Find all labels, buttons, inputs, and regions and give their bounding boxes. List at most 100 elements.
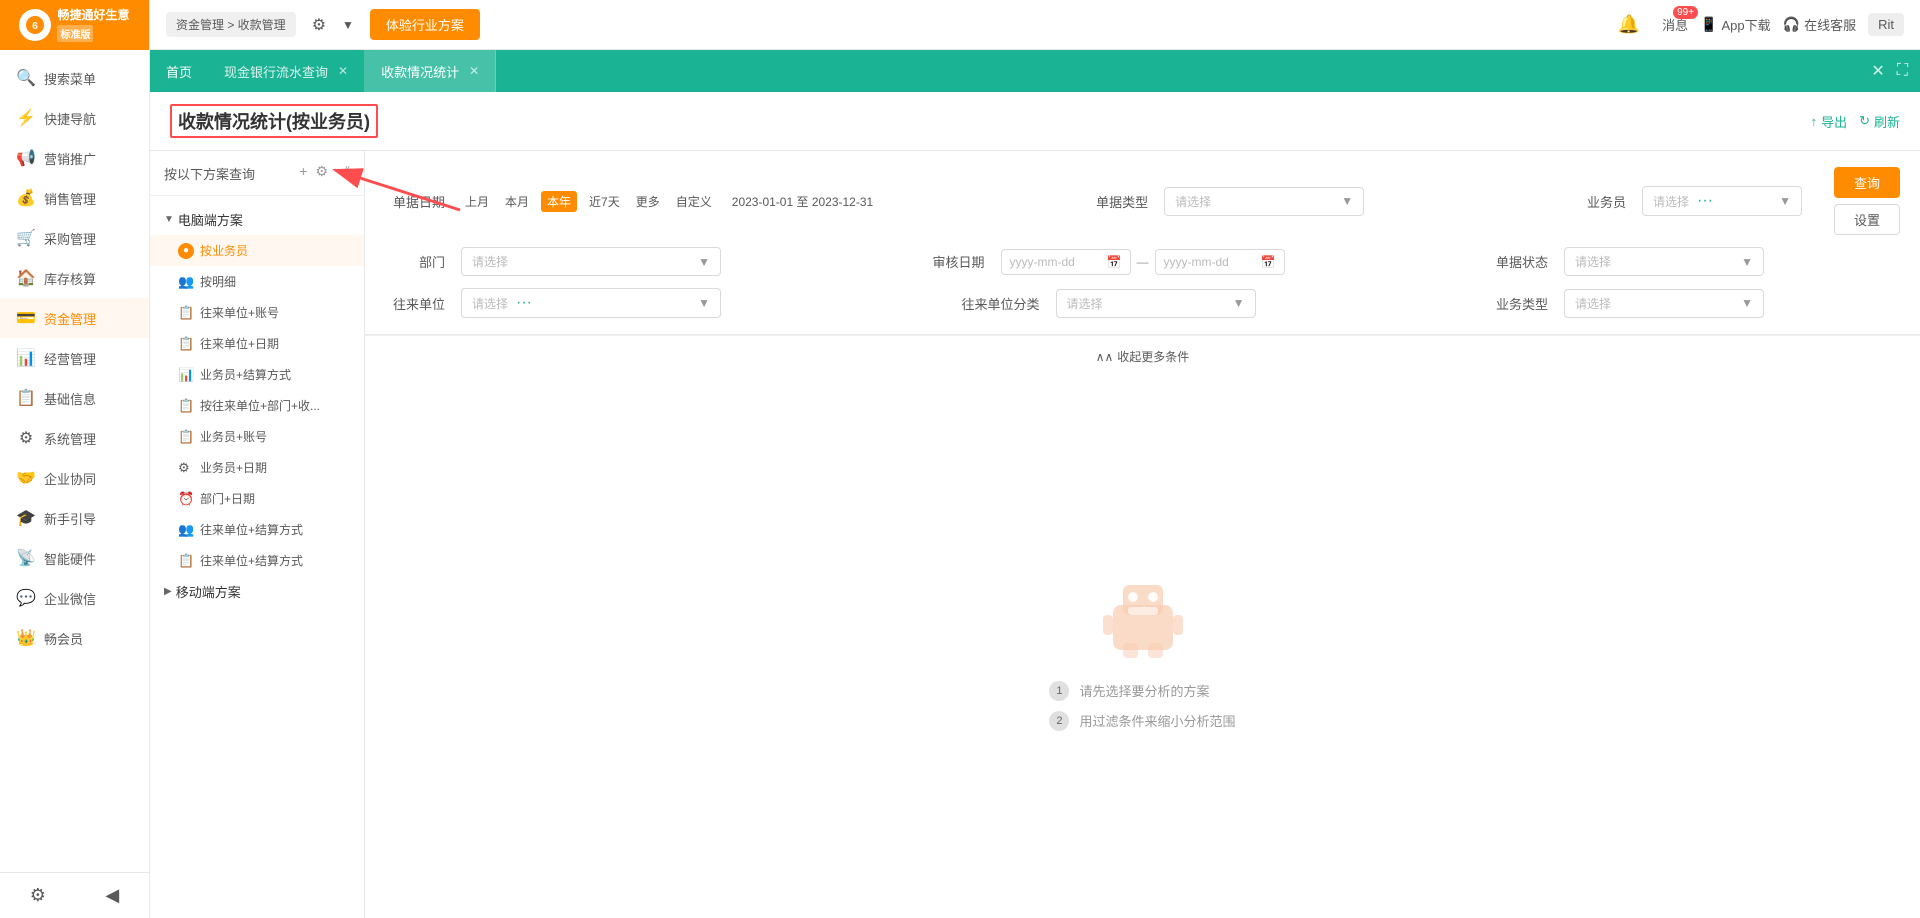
tab-receipt-stats[interactable]: 收款情况统计 ✕ xyxy=(365,50,496,92)
step-num-2: 2 xyxy=(1049,711,1069,731)
page-content: 收款情况统计(按业务员) ↑ 导出 ↻ 刷新 按以下方案查询 + xyxy=(150,92,1920,918)
tab-receipt-stats-close[interactable]: ✕ xyxy=(469,64,479,78)
app-download-button[interactable]: 📱 App下载 xyxy=(1700,15,1771,34)
sidebar-item-basic[interactable]: 📋 基础信息 xyxy=(0,378,149,418)
date-tab-this-year[interactable]: 本年 xyxy=(541,191,577,212)
tree-group-desktop[interactable]: ▼ 电脑端方案 xyxy=(150,204,364,235)
empty-state: 1 请先选择要分析的方案 2 用过滤条件来缩小分析范围 xyxy=(365,377,1920,918)
business-type-select[interactable]: 请选择 ▼ xyxy=(1564,289,1764,318)
salesperson-more-icon[interactable]: ··· xyxy=(1697,192,1713,210)
basic-icon: 📋 xyxy=(16,388,36,408)
sidebar-item-system[interactable]: ⚙ 系统管理 xyxy=(0,418,149,458)
sidebar-item-wechat[interactable]: 💬 企业微信 xyxy=(0,578,149,618)
tree-item-by-unit-account[interactable]: 📋 往来单位+账号 xyxy=(150,297,364,328)
business-type-label: 业务类型 xyxy=(1496,294,1548,313)
date-range-text: 2023-01-01 至 2023-12-31 xyxy=(732,193,873,210)
notifications-button[interactable]: 🔔 99+ 消息 xyxy=(1618,14,1688,35)
tree-item-by-detail[interactable]: 👥 按明细 xyxy=(150,266,364,297)
tree-item-by-salesperson-account[interactable]: 📋 业务员+账号 xyxy=(150,421,364,452)
date-tab-this-month[interactable]: 本月 xyxy=(501,191,533,212)
partner-arrow: ▼ xyxy=(698,296,710,310)
mobile-triangle: ▶ xyxy=(164,586,172,597)
tree-item-by-unit-date[interactable]: 📋 往来单位+日期 xyxy=(150,328,364,359)
panel-settings-button[interactable]: ⚙ xyxy=(315,163,328,183)
review-date-to[interactable]: yyyy-mm-dd 📅 xyxy=(1155,249,1285,275)
tab-bank-flow-close[interactable]: ✕ xyxy=(338,64,348,78)
sidebar-item-search-menu[interactable]: 🔍 搜索菜单 xyxy=(0,58,149,98)
sidebar-item-sales[interactable]: 💰 销售管理 xyxy=(0,178,149,218)
date-tab-last-month[interactable]: 上月 xyxy=(461,191,493,212)
search-icon: 🔍 xyxy=(16,68,36,88)
date-tab-custom[interactable]: 自定义 xyxy=(672,191,716,212)
date-tab-more[interactable]: 更多 xyxy=(632,191,664,212)
tree-section: ▼ 电脑端方案 ● 按业务员 👥 按明细 📋 往来单位+账号 xyxy=(150,196,364,615)
online-service-button[interactable]: 🎧 在线客服 xyxy=(1783,15,1856,34)
export-icon: ↑ xyxy=(1811,114,1818,129)
sidebar-item-guide[interactable]: 🎓 新手引导 xyxy=(0,498,149,538)
active-indicator: ● xyxy=(178,243,194,259)
sidebar-settings-button[interactable]: ⚙ xyxy=(30,885,46,906)
sidebar-item-operation[interactable]: 📊 经营管理 xyxy=(0,338,149,378)
empty-steps: 1 请先选择要分析的方案 2 用过滤条件来缩小分析范围 xyxy=(1049,681,1235,731)
sidebar-item-enterprise[interactable]: 🤝 企业协同 xyxy=(0,458,149,498)
partner-select[interactable]: 请选择 ··· ▼ xyxy=(461,288,721,318)
filter-row-1: 单据日期 上月 本月 本年 近7天 更多 自定义 2023-01-01 至 20… xyxy=(385,167,1900,235)
doc-type-select[interactable]: 请选择 ▼ xyxy=(1164,187,1364,216)
refresh-button[interactable]: ↻ 刷新 xyxy=(1859,112,1900,131)
sidebar-item-inventory[interactable]: 🏠 库存核算 xyxy=(0,258,149,298)
trial-button[interactable]: 体验行业方案 xyxy=(370,9,480,40)
salesperson-select[interactable]: 请选择 ··· ▼ xyxy=(1642,186,1802,216)
notifications-count: 99+ xyxy=(1673,6,1698,19)
user-avatar[interactable]: Rit xyxy=(1868,13,1904,36)
topbar-actions: 🔔 99+ 消息 📱 App下载 🎧 在线客服 Rit xyxy=(1618,13,1904,36)
sidebar-collapse-button[interactable]: ◀ xyxy=(105,885,119,906)
sidebar-item-marketing[interactable]: 📢 营销推广 xyxy=(0,138,149,178)
capital-icon: 💳 xyxy=(16,308,36,328)
topbar-dropdown-icon[interactable]: ▼ xyxy=(342,18,354,32)
dept-label: 部门 xyxy=(385,252,445,271)
dept-select[interactable]: 请选择 ▼ xyxy=(461,247,721,276)
member-icon: 👑 xyxy=(16,628,36,648)
collapse-bar[interactable]: ∧∧ 收起更多条件 xyxy=(365,335,1920,377)
tree-group-mobile[interactable]: ▶ 移动端方案 xyxy=(150,576,364,607)
dept-arrow: ▼ xyxy=(698,255,710,269)
panel-collapse-button[interactable]: 《 xyxy=(336,163,350,183)
tree-item-by-salesperson[interactable]: ● 按业务员 xyxy=(150,235,364,266)
sidebar-item-purchase[interactable]: 🛒 采购管理 xyxy=(0,218,149,258)
topbar-gear-icon[interactable]: ⚙ xyxy=(312,15,326,35)
query-button[interactable]: 查询 xyxy=(1834,167,1900,198)
unit-method2-icon: 📋 xyxy=(178,553,194,569)
tree-item-by-salesperson-method[interactable]: 📊 业务员+结算方式 xyxy=(150,359,364,390)
tabbar-close-all[interactable]: ✕ xyxy=(1871,61,1884,81)
salesperson-account-icon: 📋 xyxy=(178,429,194,445)
tree-item-by-dept-date[interactable]: ⏰ 部门+日期 xyxy=(150,483,364,514)
settings-button[interactable]: 设置 xyxy=(1834,204,1900,235)
partner-category-select[interactable]: 请选择 ▼ xyxy=(1056,289,1256,318)
sidebar-item-hardware[interactable]: 📡 智能硬件 xyxy=(0,538,149,578)
doc-status-label: 单据状态 xyxy=(1496,252,1548,271)
logo-text: 畅捷通好生意 标准版 xyxy=(57,8,129,43)
date-tab-last7[interactable]: 近7天 xyxy=(585,191,624,212)
unit-date-icon: 📋 xyxy=(178,336,194,352)
guide-icon: 🎓 xyxy=(16,508,36,528)
review-date-from[interactable]: yyyy-mm-dd 📅 xyxy=(1001,249,1131,275)
tree-item-by-unit-dept[interactable]: 📋 按往来单位+部门+收... xyxy=(150,390,364,421)
tree-item-by-unit-method2[interactable]: 📋 往来单位+结算方式 xyxy=(150,545,364,576)
tree-item-by-unit-method1[interactable]: 👥 往来单位+结算方式 xyxy=(150,514,364,545)
export-button[interactable]: ↑ 导出 xyxy=(1811,112,1848,131)
tree-item-by-salesperson-date[interactable]: ⚙ 业务员+日期 xyxy=(150,452,364,483)
panel-add-button[interactable]: + xyxy=(299,163,307,183)
filter-area: 单据日期 上月 本月 本年 近7天 更多 自定义 2023-01-01 至 20… xyxy=(365,151,1920,335)
doc-status-arrow: ▼ xyxy=(1741,255,1753,269)
filter-row-3: 往来单位 请选择 ··· ▼ 往来单位分类 请选择 ▼ xyxy=(385,288,1900,318)
tabbar-expand[interactable]: ⛶ xyxy=(1897,62,1908,80)
tab-bank-flow[interactable]: 现金银行流水查询 ✕ xyxy=(208,50,365,92)
filter-row-2: 部门 请选择 ▼ 审核日期 yyyy-mm-dd 📅 — xyxy=(385,247,1900,276)
partner-more-icon[interactable]: ··· xyxy=(516,294,532,312)
doc-status-select[interactable]: 请选择 ▼ xyxy=(1564,247,1764,276)
sidebar-item-quick-nav[interactable]: ⚡ 快捷导航 xyxy=(0,98,149,138)
tab-home[interactable]: 首页 xyxy=(150,50,208,92)
sidebar-item-member[interactable]: 👑 畅会员 xyxy=(0,618,149,658)
tree-group-triangle: ▼ xyxy=(164,214,174,225)
sidebar-item-capital[interactable]: 💳 资金管理 xyxy=(0,298,149,338)
